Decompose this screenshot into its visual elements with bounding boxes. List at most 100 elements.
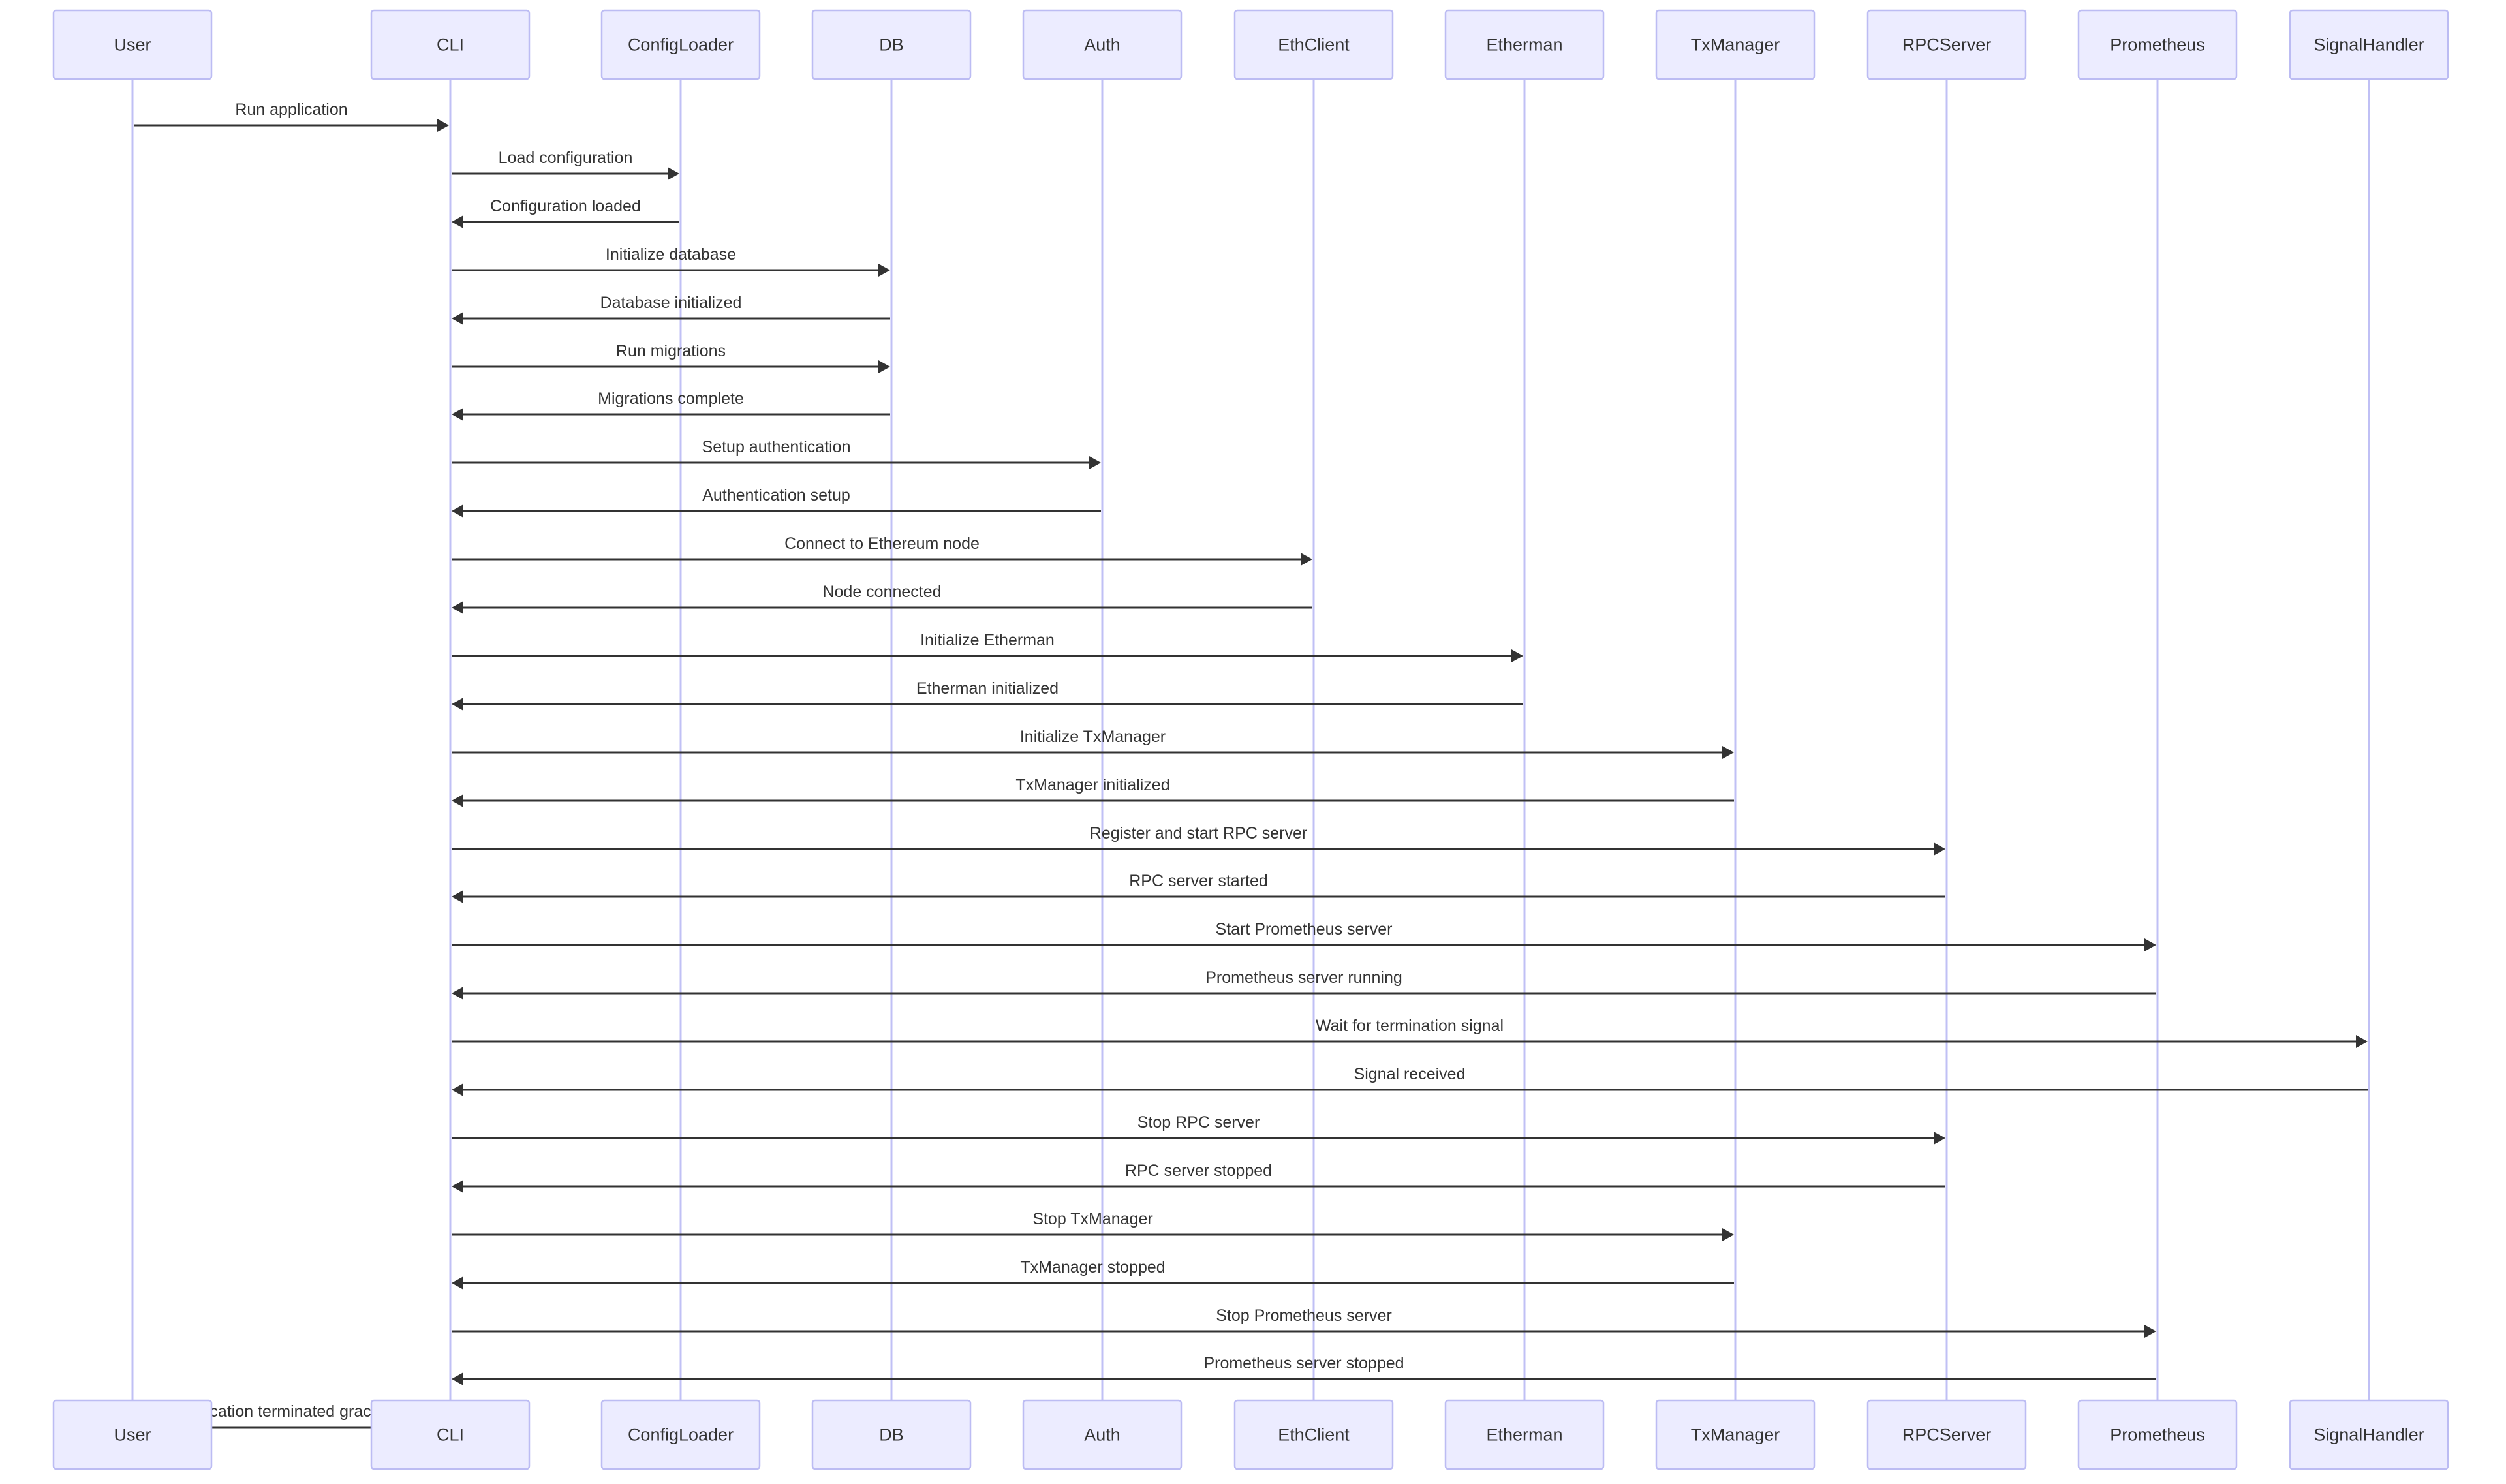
actor-label: DB [879, 35, 904, 55]
message-label: Register and start RPC server [1090, 824, 1307, 842]
message-label: Load configuration [499, 149, 633, 167]
message-22: Stop RPC server [452, 1113, 1945, 1145]
arrowhead-icon [2144, 1325, 2156, 1338]
message-label: Stop TxManager [1032, 1210, 1152, 1228]
arrowhead-icon [452, 794, 463, 807]
actors-bottom: User CLI ConfigLoader DB Auth EthClient Etherm… [52, 1399, 2449, 1470]
message-25: TxManager stopped [452, 1258, 1734, 1290]
actor-cli-bottom[interactable]: CLI [370, 1399, 531, 1470]
message-label: Prometheus server stopped [1203, 1354, 1404, 1372]
message-label: RPC server started [1129, 872, 1268, 890]
message-label: Etherman initialized [916, 679, 1059, 698]
message-24: Stop TxManager [452, 1210, 1734, 1241]
message-label: Run application [235, 100, 347, 119]
message-label: Initialize database [606, 245, 736, 264]
message-23: RPC server stopped [452, 1162, 1945, 1193]
message-7: Migrations complete [452, 390, 890, 421]
arrowhead-icon [878, 360, 890, 373]
message-label: Database initialized [600, 294, 742, 312]
actor-label: SignalHandler [2313, 35, 2424, 55]
arrowhead-icon [1934, 842, 1945, 856]
actor-user-top[interactable]: User [52, 9, 213, 80]
message-label: TxManager stopped [1020, 1258, 1165, 1276]
message-12: Initialize Etherman [452, 631, 1523, 662]
message-9: Authentication setup [452, 486, 1101, 518]
message-label: Node connected [822, 583, 941, 601]
arrowhead-icon [452, 215, 463, 228]
actor-rpcserver-bottom[interactable]: RPCServer [1866, 1399, 2027, 1470]
sequence-diagram: Run application Load configuration Configu… [52, 9, 2449, 1470]
message-1: Run application [134, 100, 449, 132]
message-2: Load configuration [452, 149, 679, 180]
actors-top: User CLI ConfigLoader DB Auth EthClient Etherm… [52, 9, 2449, 80]
message-26: Stop Prometheus server [452, 1306, 2156, 1338]
arrowhead-icon [1511, 649, 1523, 662]
actor-prometheus-top[interactable]: Prometheus [2077, 9, 2238, 80]
message-17: RPC server started [452, 872, 1945, 903]
arrowhead-icon [878, 264, 890, 277]
message-label: Run migrations [616, 342, 726, 360]
message-label: TxManager initialized [1015, 776, 1169, 794]
actor-label: EthClient [1278, 1425, 1350, 1445]
arrowhead-icon [452, 1276, 463, 1290]
actor-txmanager-bottom[interactable]: TxManager [1655, 1399, 1816, 1470]
message-label: Configuration loaded [490, 197, 641, 215]
arrowhead-icon [452, 698, 463, 711]
message-label: Prometheus server running [1205, 968, 1402, 987]
arrowhead-icon [452, 312, 463, 325]
actor-ethclient-bottom[interactable]: EthClient [1233, 1399, 1394, 1470]
arrowhead-icon [452, 987, 463, 1000]
message-label: Stop RPC server [1137, 1113, 1260, 1132]
message-label: Connect to Ethereum node [784, 534, 980, 553]
message-18: Start Prometheus server [452, 920, 2156, 951]
message-11: Node connected [452, 583, 1312, 614]
actor-label: CLI [437, 35, 464, 55]
actor-configloader-bottom[interactable]: ConfigLoader [600, 1399, 761, 1470]
actor-etherman-top[interactable]: Etherman [1444, 9, 1605, 80]
actor-db-bottom[interactable]: DB [811, 1399, 972, 1470]
actor-label: Auth [1084, 1425, 1121, 1445]
actor-label: Auth [1084, 35, 1121, 55]
actor-label: TxManager [1691, 35, 1780, 55]
actor-configloader-top[interactable]: ConfigLoader [600, 9, 761, 80]
message-13: Etherman initialized [452, 679, 1523, 711]
message-label: Setup authentication [702, 438, 851, 456]
arrowhead-icon [1722, 1228, 1734, 1241]
message-4: Initialize database [452, 245, 890, 277]
actor-ethclient-top[interactable]: EthClient [1233, 9, 1394, 80]
actor-cli-top[interactable]: CLI [370, 9, 531, 80]
actor-txmanager-top[interactable]: TxManager [1655, 9, 1816, 80]
message-label: Migrations complete [598, 390, 744, 408]
message-19: Prometheus server running [452, 968, 2156, 1000]
arrowhead-icon [668, 167, 679, 180]
message-label: Wait for termination signal [1316, 1017, 1504, 1035]
message-27: Prometheus server stopped [452, 1354, 2156, 1385]
arrowhead-icon [1934, 1132, 1945, 1145]
actor-label: ConfigLoader [628, 35, 734, 55]
arrowhead-icon [452, 408, 463, 421]
arrowhead-icon [2356, 1035, 2368, 1048]
message-label: Authentication setup [702, 486, 850, 504]
actor-label: SignalHandler [2313, 1425, 2424, 1445]
actor-label: TxManager [1691, 1425, 1780, 1445]
actor-auth-top[interactable]: Auth [1022, 9, 1183, 80]
actor-signalhandler-bottom[interactable]: SignalHandler [2289, 1399, 2449, 1470]
actor-user-bottom[interactable]: User [52, 1399, 213, 1470]
actor-prometheus-bottom[interactable]: Prometheus [2077, 1399, 2238, 1470]
actor-label: EthClient [1278, 35, 1350, 55]
actor-db-top[interactable]: DB [811, 9, 972, 80]
actor-etherman-bottom[interactable]: Etherman [1444, 1399, 1605, 1470]
actor-rpcserver-top[interactable]: RPCServer [1866, 9, 2027, 80]
arrowhead-icon [1301, 553, 1312, 566]
arrowhead-icon [437, 119, 449, 132]
message-15: TxManager initialized [452, 776, 1734, 807]
arrowhead-icon [452, 1083, 463, 1096]
message-label: Start Prometheus server [1216, 920, 1393, 938]
arrowhead-icon [1089, 456, 1101, 469]
message-6: Run migrations [452, 342, 890, 373]
actor-signalhandler-top[interactable]: SignalHandler [2289, 9, 2449, 80]
message-16: Register and start RPC server [452, 824, 1945, 856]
message-label: Initialize TxManager [1020, 728, 1166, 746]
actor-auth-bottom[interactable]: Auth [1022, 1399, 1183, 1470]
arrowhead-icon [452, 890, 463, 903]
